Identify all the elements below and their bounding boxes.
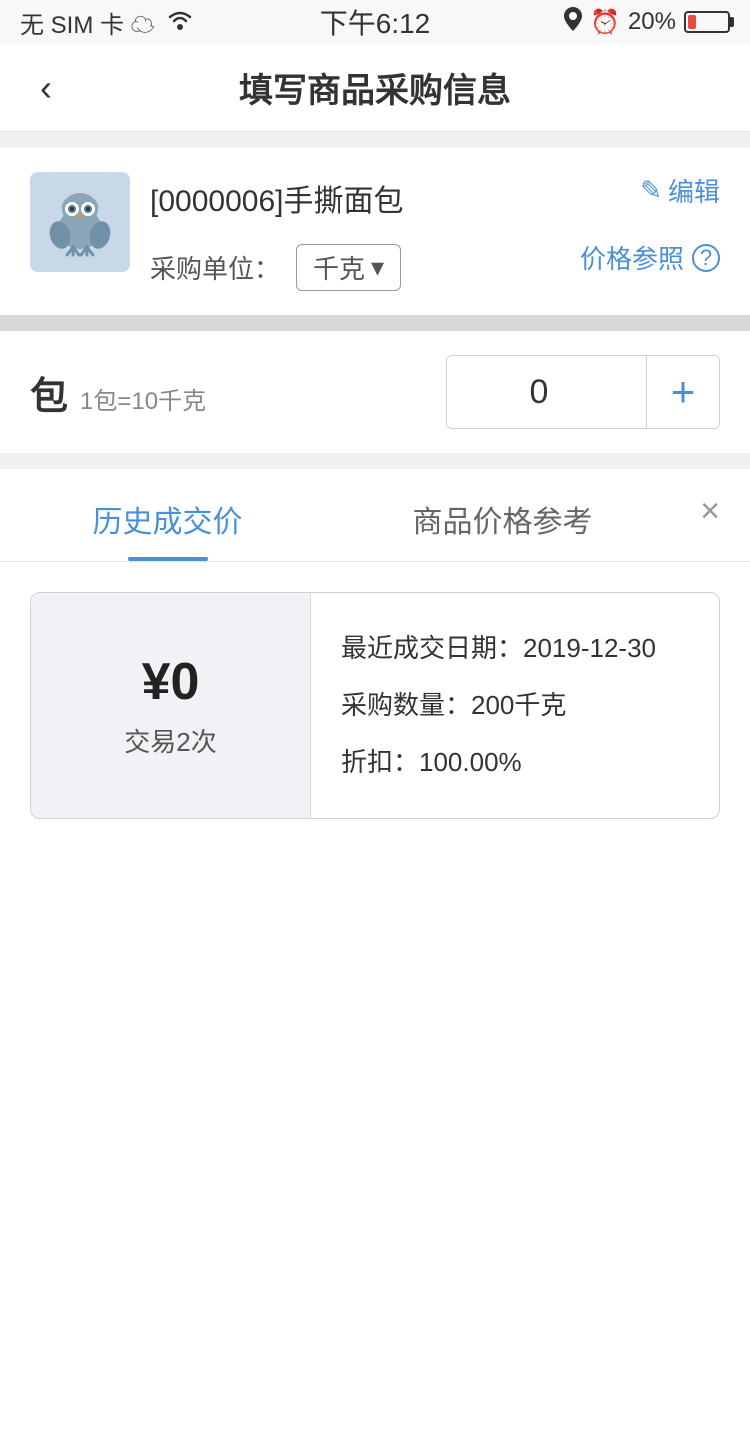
- product-header: [0000006]手撕面包 采购单位： 千克 ▾ ✎ 编辑 价格参照 ?: [30, 172, 720, 291]
- transaction-price: ¥0: [142, 652, 200, 712]
- quantity-plus-button[interactable]: +: [647, 356, 719, 428]
- quantity-unit-desc: 1包=10千克: [80, 381, 206, 416]
- edit-label: 编辑: [668, 172, 720, 209]
- price-ref-button[interactable]: 价格参照 ?: [580, 239, 720, 276]
- page-title: 填写商品采购信息: [239, 63, 511, 112]
- product-name: [0000006]手撕面包: [150, 176, 403, 220]
- section-divider: [0, 315, 750, 331]
- status-time: 下午6:12: [320, 2, 431, 42]
- tabs-header: 历史成交价 商品价格参考 ×: [0, 469, 750, 562]
- product-thumbnail: [30, 172, 130, 272]
- transaction-times: 交易2次: [124, 722, 216, 759]
- status-right: ⏰ 20%: [564, 7, 730, 38]
- discount-value: 100.00%: [419, 747, 522, 777]
- wifi-icon: [165, 8, 195, 37]
- transaction-right: 最近成交日期：2019-12-30 采购数量：200千克 折扣：100.00%: [311, 593, 719, 818]
- dropdown-arrow-icon: ▾: [371, 252, 384, 283]
- product-right-links: ✎ 编辑 价格参照 ?: [580, 172, 720, 276]
- quantity-control: +: [446, 355, 720, 429]
- status-bar: 无 SIM 卡 ☁ 下午6:12 ⏰ 20%: [0, 0, 750, 44]
- tab-history-price-label: 历史成交价: [93, 506, 243, 539]
- edit-icon: ✎: [640, 175, 662, 206]
- unit-value: 千克: [313, 249, 365, 286]
- product-unit-row: 采购单位： 千克 ▾: [150, 244, 403, 291]
- product-left: [0000006]手撕面包 采购单位： 千克 ▾: [30, 172, 403, 291]
- transaction-left: ¥0 交易2次: [31, 593, 311, 818]
- battery-icon: [684, 11, 730, 33]
- product-card: [0000006]手撕面包 采购单位： 千克 ▾ ✎ 编辑 价格参照 ?: [0, 148, 750, 315]
- quantity-row: 包 1包=10千克 +: [0, 331, 750, 453]
- transaction-quantity-row: 采购数量：200千克: [341, 686, 689, 725]
- tabs-close-button[interactable]: ×: [670, 492, 750, 539]
- quantity-input[interactable]: [447, 356, 647, 428]
- transaction-discount-row: 折扣：100.00%: [341, 743, 689, 782]
- tab-history-price[interactable]: 历史成交价: [0, 469, 335, 561]
- price-ref-help-icon: ?: [692, 244, 720, 272]
- status-left: 无 SIM 卡 ☁: [20, 5, 195, 40]
- quantity-label-text: 采购数量：: [341, 690, 471, 720]
- product-info: [0000006]手撕面包 采购单位： 千克 ▾: [150, 172, 403, 291]
- nav-bar: ‹ 填写商品采购信息: [0, 44, 750, 132]
- edit-button[interactable]: ✎ 编辑: [640, 172, 720, 209]
- transaction-area: ¥0 交易2次 最近成交日期：2019-12-30 采购数量：200千克 折扣：…: [0, 562, 750, 849]
- alarm-icon: ⏰: [590, 8, 620, 37]
- quantity-unit: 包: [30, 365, 68, 420]
- battery-percent: 20%: [628, 8, 676, 36]
- back-button[interactable]: ‹: [30, 57, 62, 119]
- location-icon: [564, 7, 582, 38]
- main-content-area: [0, 849, 750, 1449]
- tab-product-price-ref[interactable]: 商品价格参考: [335, 469, 670, 561]
- transaction-quantity-value: 200千克: [471, 690, 566, 720]
- transaction-card: ¥0 交易2次 最近成交日期：2019-12-30 采购数量：200千克 折扣：…: [30, 592, 720, 819]
- recent-date-label: 最近成交日期：: [341, 633, 523, 663]
- tabs-section: 历史成交价 商品价格参考 × ¥0 交易2次 最近成交日期：2019-12-30…: [0, 469, 750, 849]
- transaction-date-row: 最近成交日期：2019-12-30: [341, 629, 689, 668]
- discount-label: 折扣：: [341, 747, 419, 777]
- tab-product-price-ref-label: 商品价格参考: [413, 506, 593, 539]
- quantity-label: 包 1包=10千克: [30, 365, 206, 420]
- unit-label: 采购单位：: [150, 249, 280, 286]
- recent-date-value: 2019-12-30: [523, 633, 656, 663]
- no-sim-label: 无 SIM 卡 ☁: [20, 5, 155, 40]
- unit-dropdown[interactable]: 千克 ▾: [296, 244, 401, 291]
- price-ref-label: 价格参照: [580, 239, 684, 276]
